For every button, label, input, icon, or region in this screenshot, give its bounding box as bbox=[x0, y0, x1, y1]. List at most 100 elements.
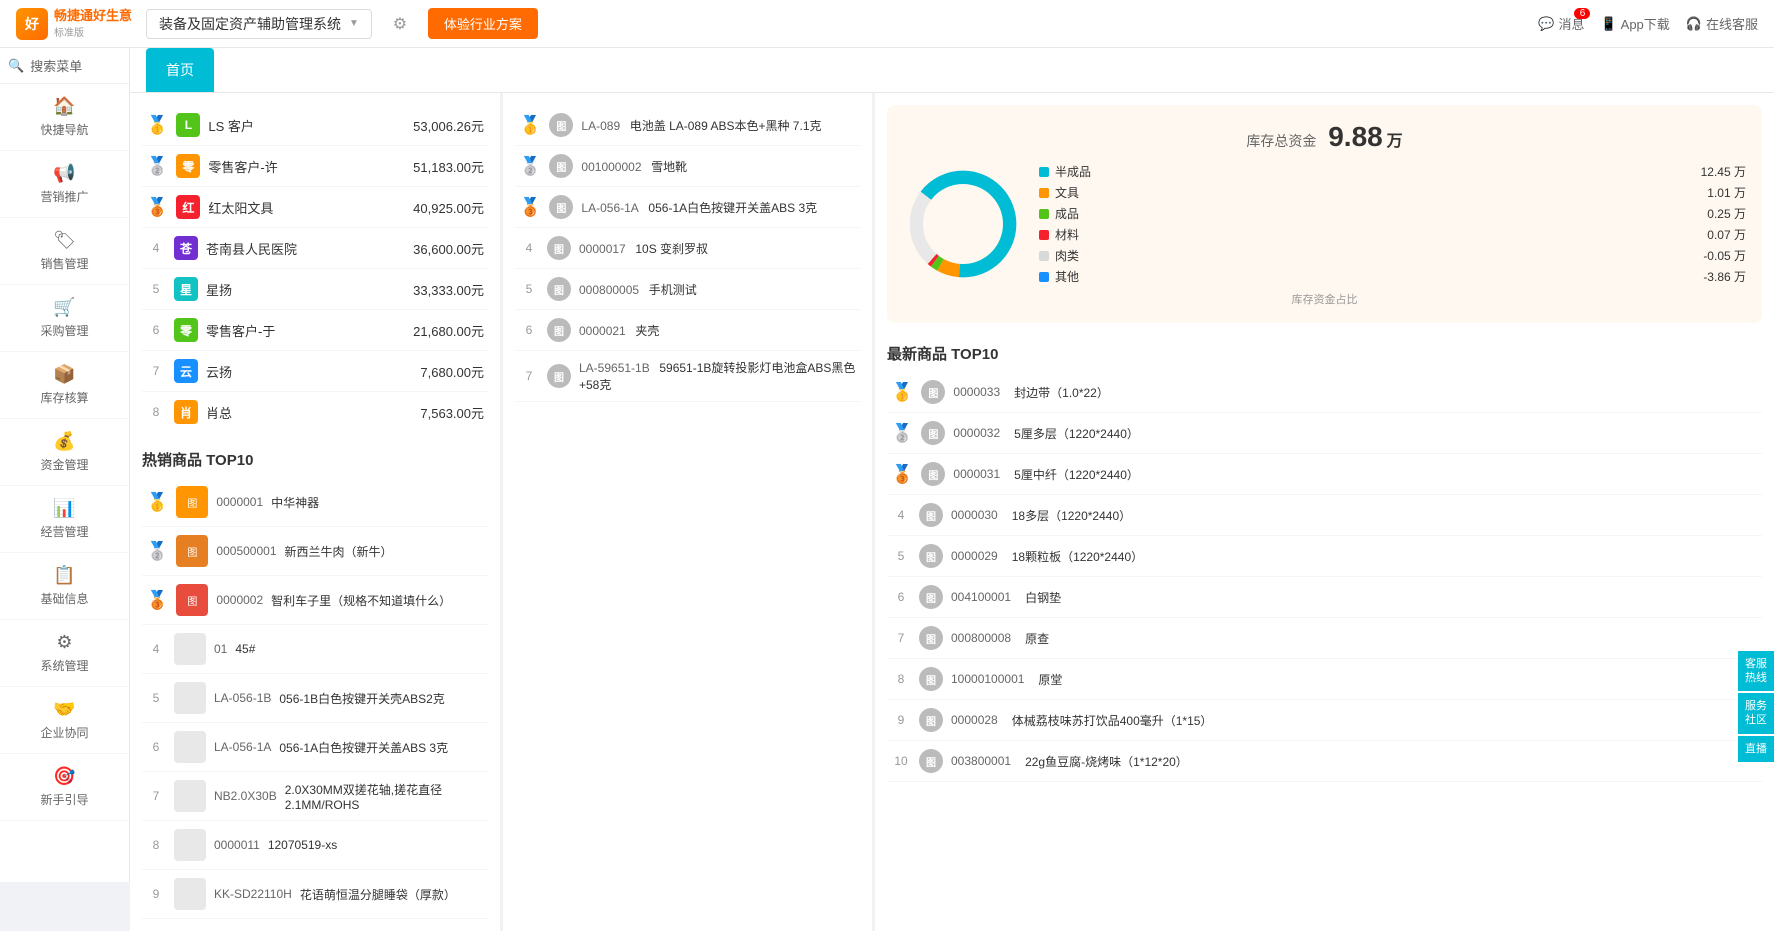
sidebar-item-basic[interactable]: 📋 基础信息 bbox=[0, 553, 129, 620]
headset-icon: 🎧 bbox=[1686, 16, 1702, 32]
system-name-selector[interactable]: 装备及固定资产辅助管理系统 ▼ bbox=[146, 9, 372, 39]
trial-button[interactable]: 体验行业方案 bbox=[428, 8, 538, 39]
prod-num-6: 6 bbox=[519, 323, 539, 337]
hot-item-6: 6 LA-056-1A 056-1A白色按键开关盖ABS 3克 bbox=[142, 723, 488, 772]
hot-code-7: NB2.0X30B bbox=[214, 789, 277, 803]
badge-4: 苍 bbox=[174, 236, 198, 260]
hot-name-8: 12070519-xs bbox=[268, 838, 484, 852]
sidebar-label-marketing: 营销推广 bbox=[40, 188, 88, 205]
new-num-7: 7 bbox=[891, 631, 911, 645]
product-ranking-list: 🥇 图 LA-089 电池盖 LA-089 ABS本色+黑种 7.1克 🥈 图 … bbox=[515, 105, 860, 402]
legend-item-0: 半成品 12.45 万 bbox=[1039, 161, 1746, 182]
new-code-4: 0000030 bbox=[951, 508, 998, 522]
medal-1: 🥇 bbox=[146, 115, 168, 136]
prod-rank-6: 6 图 0000021 夹壳 bbox=[515, 310, 860, 351]
new-prod-4: 4 图 0000030 18多层（1220*2440） bbox=[887, 495, 1762, 536]
new-code-9: 0000028 bbox=[951, 713, 998, 727]
customer-amount-3: 40,925.00元 bbox=[413, 198, 484, 217]
money-icon: 💰 bbox=[53, 431, 75, 452]
sidebar-label-quick-nav: 快捷导航 bbox=[40, 121, 88, 138]
sidebar-item-system[interactable]: ⚙ 系统管理 bbox=[0, 620, 129, 687]
search-menu-label: 搜索菜单 bbox=[30, 56, 82, 75]
right-panel: 库存总资金 9.88 万 bbox=[874, 93, 1774, 931]
legend-val-0: 12.45 万 bbox=[1701, 163, 1746, 180]
cs-community-button[interactable]: 服务社区 bbox=[1738, 693, 1774, 734]
sidebar-item-operation[interactable]: 📊 经营管理 bbox=[0, 486, 129, 553]
app-download-button[interactable]: 📱 App下载 bbox=[1600, 14, 1669, 33]
legend-item-1: 文具 1.01 万 bbox=[1039, 182, 1746, 203]
sidebar-item-sales[interactable]: 🏷 销售管理 bbox=[0, 218, 129, 285]
hot-name-1: 中华神器 bbox=[271, 494, 319, 511]
settings-button[interactable]: ⚙ bbox=[384, 8, 416, 40]
customer-amount-6: 21,680.00元 bbox=[413, 321, 484, 340]
new-badge-2: 图 bbox=[921, 421, 945, 445]
hot-name-2: 新西兰牛肉（新牛） bbox=[285, 543, 393, 560]
sidebar-item-purchase[interactable]: 🛒 采购管理 bbox=[0, 285, 129, 352]
logo-icon: 好 bbox=[16, 8, 48, 40]
new-medal-3: 🥉 bbox=[891, 464, 913, 485]
sidebar-item-marketing[interactable]: 📢 营销推广 bbox=[0, 151, 129, 218]
sidebar-item-inventory[interactable]: 📦 库存核算 bbox=[0, 352, 129, 419]
logo-sub: 标准版 bbox=[54, 24, 132, 39]
sidebar-label-system: 系统管理 bbox=[40, 657, 88, 674]
prod-name-6: 夹壳 bbox=[635, 324, 659, 338]
prod-badge-1: 图 bbox=[549, 113, 573, 137]
hot-name-6: 056-1A白色按键开关盖ABS 3克 bbox=[279, 739, 484, 756]
chevron-down-icon: ▼ bbox=[349, 18, 359, 29]
new-code-1: 0000033 bbox=[953, 385, 1000, 399]
customer-service-sidebar: 客服热线 服务社区 直播 bbox=[1738, 651, 1774, 762]
new-badge-8: 图 bbox=[919, 667, 943, 691]
sidebar-item-guide[interactable]: 🎯 新手引导 bbox=[0, 754, 129, 821]
prod-num-7: 7 bbox=[519, 369, 539, 383]
medal-2: 🥈 bbox=[146, 156, 168, 177]
legend-label-4: 肉类 bbox=[1039, 247, 1703, 264]
customer-amount-4: 36,600.00元 bbox=[413, 239, 484, 258]
customer-ranking-list: 🥇 L LS 客户 53,006.26元 🥈 零 零售客户-许 51,183.0… bbox=[142, 105, 488, 425]
new-badge-9: 图 bbox=[919, 708, 943, 732]
inventory-title: 库存总资金 9.88 万 bbox=[903, 121, 1746, 153]
chart-icon: 📊 bbox=[53, 498, 75, 519]
sidebar-label-cooperation: 企业协同 bbox=[40, 724, 88, 741]
new-prod-7: 7 图 000800008 原查 bbox=[887, 618, 1762, 659]
tab-home[interactable]: 首页 bbox=[146, 48, 214, 92]
cs-hotline-button[interactable]: 客服热线 bbox=[1738, 651, 1774, 692]
logo-area: 好 畅捷通好生意 标准版 bbox=[16, 8, 146, 40]
new-name-10: 22g鱼豆腐-烧烤味（1*12*20） bbox=[1025, 753, 1188, 770]
online-service-button[interactable]: 🎧 在线客服 bbox=[1686, 14, 1758, 33]
new-products-section: 最新商品 TOP10 🥇 图 0000033 封边带（1.0*22） 🥈 图 0… bbox=[887, 335, 1762, 782]
cs-live-button[interactable]: 直播 bbox=[1738, 736, 1774, 762]
legend-item-3: 材料 0.07 万 bbox=[1039, 224, 1746, 245]
prod-code-5: 000800005 bbox=[579, 283, 639, 297]
prod-name-5: 手机测试 bbox=[649, 283, 697, 297]
customer-amount-8: 7,563.00元 bbox=[420, 403, 484, 422]
sidebar-item-cooperation[interactable]: 🤝 企业协同 bbox=[0, 687, 129, 754]
hot-product-img-4 bbox=[174, 633, 206, 665]
rank-item-5: 5 星 星扬 33,333.00元 bbox=[142, 269, 488, 310]
inventory-label: 库存总资金 bbox=[1246, 133, 1316, 149]
new-name-4: 18多层（1220*2440） bbox=[1012, 507, 1131, 524]
hot-medal-1: 🥇 bbox=[146, 492, 168, 513]
message-button[interactable]: 💬 消息 6 bbox=[1538, 14, 1584, 33]
sidebar: 🔍 搜索菜单 🏠 快捷导航 📢 营销推广 🏷 销售管理 🛒 采购管理 📦 库存核… bbox=[0, 48, 130, 882]
main-content: 首页 🥇 L LS 客户 53,006.26元 🥈 零 零售客户-许 51,18… bbox=[130, 48, 1774, 931]
hot-medal-3: 🥉 bbox=[146, 590, 168, 611]
sidebar-item-quick-nav[interactable]: 🏠 快捷导航 bbox=[0, 84, 129, 151]
sidebar-item-finance[interactable]: 💰 资金管理 bbox=[0, 419, 129, 486]
megaphone-icon: 📢 bbox=[53, 163, 75, 184]
prod-rank-5: 5 图 000800005 手机测试 bbox=[515, 269, 860, 310]
hot-code-4: 01 bbox=[214, 642, 227, 656]
legend-dot-1 bbox=[1039, 188, 1049, 198]
new-name-2: 5厘多层（1220*2440） bbox=[1014, 425, 1139, 442]
search-menu-button[interactable]: 🔍 搜索菜单 bbox=[0, 48, 129, 84]
new-code-3: 0000031 bbox=[953, 467, 1000, 481]
prod-info-5: 000800005 手机测试 bbox=[579, 281, 856, 298]
legend-val-3: 0.07 万 bbox=[1707, 226, 1746, 243]
hot-product-img-1: 图 bbox=[176, 486, 208, 518]
new-medal-1: 🥇 bbox=[891, 382, 913, 403]
sidebar-label-inventory: 库存核算 bbox=[40, 389, 88, 406]
hot-name-9: 花语萌恒温分腿睡袋（厚款） bbox=[300, 886, 484, 903]
doc-icon: 📋 bbox=[53, 565, 75, 586]
prod-code-7: LA-59651-1B bbox=[579, 361, 650, 375]
rank-num-8: 8 bbox=[146, 405, 166, 419]
header-middle: 装备及固定资产辅助管理系统 ▼ ⚙ 体验行业方案 bbox=[146, 8, 1538, 40]
